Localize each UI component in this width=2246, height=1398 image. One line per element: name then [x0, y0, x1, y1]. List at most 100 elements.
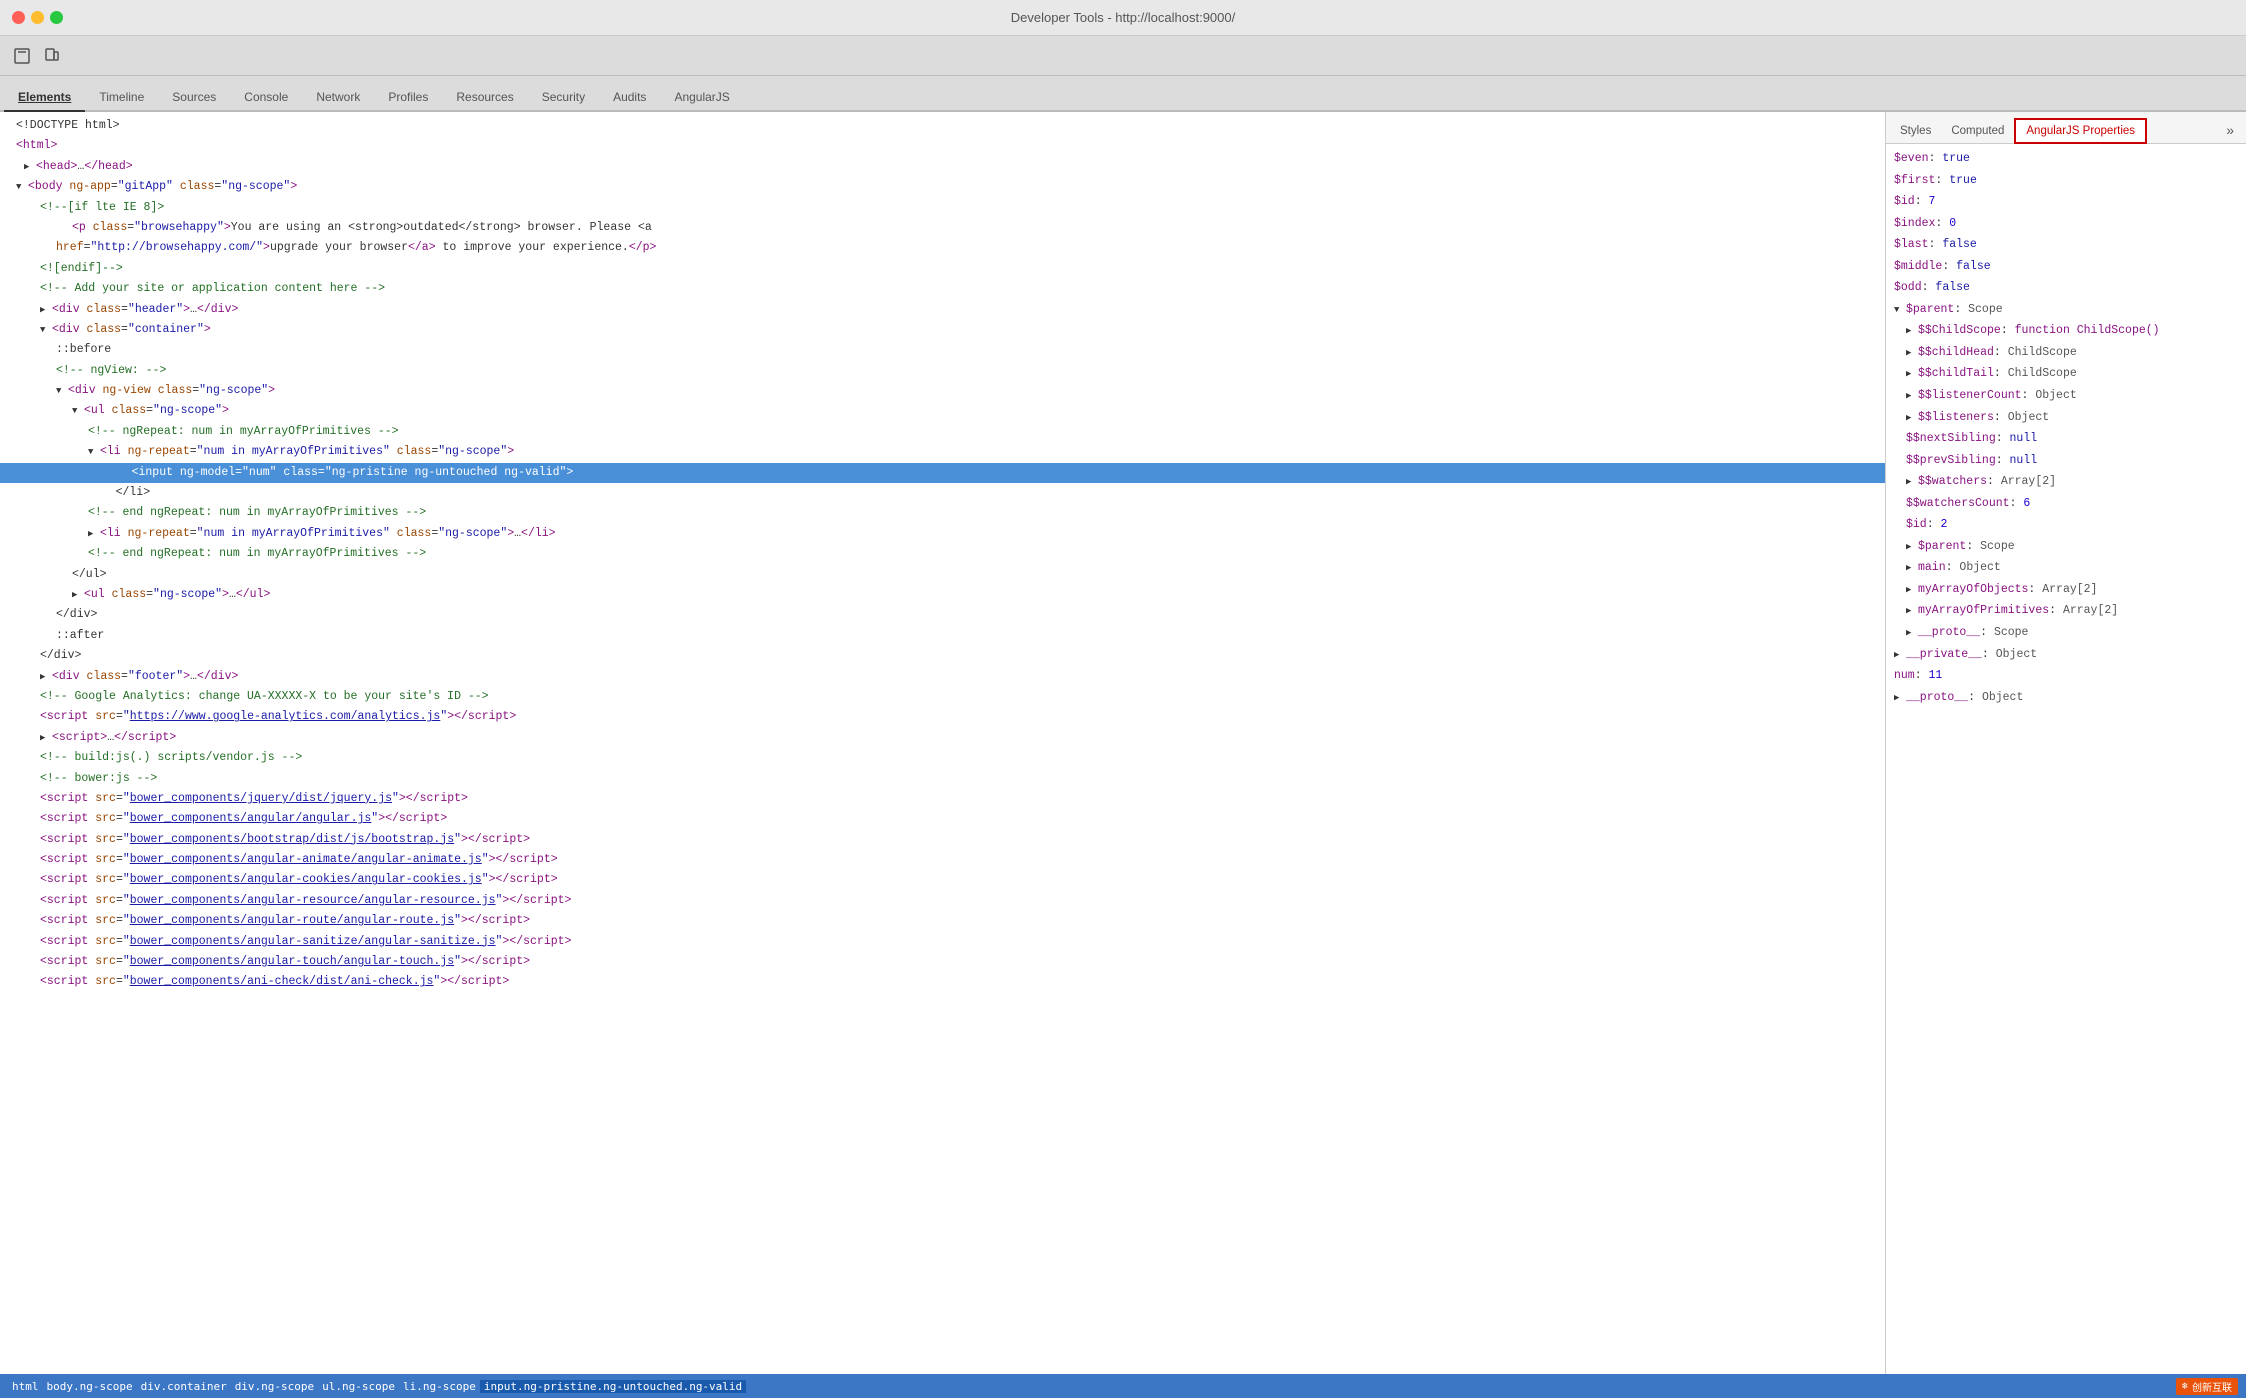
breadcrumb-body[interactable]: body.ng-scope	[43, 1380, 137, 1393]
prop-middle: $middle: false	[1894, 256, 2238, 278]
code-line[interactable]: <!-- ngView: -->	[0, 361, 1885, 381]
tab-styles[interactable]: Styles	[1890, 120, 1941, 144]
code-line[interactable]: <script src="bower_components/angular-co…	[0, 870, 1885, 890]
prop-proto-object[interactable]: __proto__: Object	[1894, 687, 2238, 709]
code-line[interactable]: <script src="bower_components/angular-an…	[0, 850, 1885, 870]
code-line[interactable]: <div class="header">…</div>	[0, 300, 1885, 320]
prop-listeners[interactable]: $$listeners: Object	[1894, 407, 2238, 429]
prop-parent-2[interactable]: $parent: Scope	[1894, 536, 2238, 558]
code-line[interactable]: <html>	[0, 136, 1885, 156]
tab-network[interactable]: Network	[302, 84, 374, 112]
code-line[interactable]: </div>	[0, 646, 1885, 666]
code-line[interactable]: <head>…</head>	[0, 157, 1885, 177]
creative-text: 创新互联	[2192, 1379, 2232, 1394]
prop-last: $last: false	[1894, 234, 2238, 256]
code-line[interactable]: <ul class="ng-scope">…</ul>	[0, 585, 1885, 605]
tab-resources[interactable]: Resources	[442, 84, 527, 112]
inspect-icon	[14, 48, 30, 64]
code-line[interactable]: <!-- bower:js -->	[0, 769, 1885, 789]
code-line[interactable]: <!-- build:js(.) scripts/vendor.js -->	[0, 748, 1885, 768]
code-line[interactable]: <div class="footer">…</div>	[0, 667, 1885, 687]
code-line[interactable]: <script src="bower_components/angular-re…	[0, 891, 1885, 911]
prop-num: num: 11	[1894, 665, 2238, 687]
code-line[interactable]: <body ng-app="gitApp" class="ng-scope">	[0, 177, 1885, 197]
prop-listenercount[interactable]: $$listenerCount: Object	[1894, 385, 2238, 407]
prop-myarrayofprimitives[interactable]: myArrayOfPrimitives: Array[2]	[1894, 600, 2238, 622]
tab-console[interactable]: Console	[230, 84, 302, 112]
code-line[interactable]: ::before	[0, 340, 1885, 360]
code-line[interactable]: <!-- end ngRepeat: num in myArrayOfPrimi…	[0, 544, 1885, 564]
code-line[interactable]: <script src="bower_components/angular-ro…	[0, 911, 1885, 931]
breadcrumb-container[interactable]: div.container	[137, 1380, 231, 1393]
code-line[interactable]: <!--[if lte IE 8]>	[0, 198, 1885, 218]
code-line[interactable]: href="http://browsehappy.com/">upgrade y…	[0, 238, 1885, 258]
device-icon	[44, 48, 60, 64]
code-line[interactable]: <![endif]-->	[0, 259, 1885, 279]
tab-angularjs-properties[interactable]: AngularJS Properties	[2014, 118, 2147, 144]
tab-elements[interactable]: Elements	[4, 84, 85, 112]
prop-parent[interactable]: $parent: Scope	[1894, 299, 2238, 321]
code-line[interactable]: <!-- Google Analytics: change UA-XXXXX-X…	[0, 687, 1885, 707]
prop-odd: $odd: false	[1894, 277, 2238, 299]
prop-even: $even: true	[1894, 148, 2238, 170]
right-panel: Styles Computed AngularJS Properties » $…	[1886, 112, 2246, 1374]
inspect-element-button[interactable]	[8, 42, 36, 70]
tab-timeline[interactable]: Timeline	[85, 84, 158, 112]
tab-angularjs[interactable]: AngularJS	[660, 84, 743, 112]
nav-tabs: Elements Timeline Sources Console Networ…	[0, 76, 2246, 112]
tab-profiles[interactable]: Profiles	[374, 84, 442, 112]
tab-sources[interactable]: Sources	[158, 84, 230, 112]
code-line[interactable]: <script src="bower_components/angular/an…	[0, 809, 1885, 829]
code-line[interactable]: </li>	[0, 483, 1885, 503]
code-line[interactable]: </ul>	[0, 565, 1885, 585]
code-line[interactable]: <li ng-repeat="num in myArrayOfPrimitive…	[0, 524, 1885, 544]
breadcrumb-ng-scope[interactable]: div.ng-scope	[231, 1380, 318, 1393]
tab-security[interactable]: Security	[528, 84, 599, 112]
code-line[interactable]: <ul class="ng-scope">	[0, 401, 1885, 421]
prop-watchers[interactable]: $$watchers: Array[2]	[1894, 471, 2238, 493]
prop-childtail[interactable]: $$childTail: ChildScope	[1894, 363, 2238, 385]
breadcrumb-input[interactable]: input.ng-pristine.ng-untouched.ng-valid	[480, 1380, 746, 1393]
prop-myarrayofobjects[interactable]: myArrayOfObjects: Array[2]	[1894, 579, 2238, 601]
tab-audits[interactable]: Audits	[599, 84, 660, 112]
prop-first: $first: true	[1894, 170, 2238, 192]
code-line[interactable]: <div ng-view class="ng-scope">	[0, 381, 1885, 401]
code-line[interactable]: <div class="container">	[0, 320, 1885, 340]
creative-badge: ❄ 创新互联	[2176, 1378, 2238, 1395]
prop-main[interactable]: main: Object	[1894, 557, 2238, 579]
code-line[interactable]: <!-- Add your site or application conten…	[0, 279, 1885, 299]
breadcrumb-ul[interactable]: ul.ng-scope	[318, 1380, 399, 1393]
breadcrumb-li[interactable]: li.ng-scope	[399, 1380, 480, 1393]
code-line[interactable]: <script>…</script>	[0, 728, 1885, 748]
tab-computed[interactable]: Computed	[1941, 120, 2014, 144]
code-line[interactable]: <script src="bower_components/angular-sa…	[0, 932, 1885, 952]
more-tabs-button[interactable]: »	[2218, 117, 2242, 143]
code-line-highlighted[interactable]: <input ng-model="num" class="ng-pristine…	[0, 463, 1885, 483]
close-button[interactable]	[12, 11, 25, 24]
code-line[interactable]: <!-- end ngRepeat: num in myArrayOfPrimi…	[0, 503, 1885, 523]
code-line[interactable]: <script src="bower_components/angular-to…	[0, 952, 1885, 972]
right-panel-tabs: Styles Computed AngularJS Properties »	[1886, 112, 2246, 144]
prop-proto-scope[interactable]: __proto__: Scope	[1894, 622, 2238, 644]
code-line[interactable]: <li ng-repeat="num in myArrayOfPrimitive…	[0, 442, 1885, 462]
code-line[interactable]: <script src="bower_components/ani-check/…	[0, 972, 1885, 992]
device-mode-button[interactable]	[38, 42, 66, 70]
elements-panel[interactable]: <!DOCTYPE html> <html> <head>…</head> <b…	[0, 112, 1886, 1374]
angularjs-properties-content: $even: true $first: true $id: 7 $index: …	[1886, 144, 2246, 1374]
window-controls	[12, 11, 63, 24]
prop-childhead[interactable]: $$childHead: ChildScope	[1894, 342, 2238, 364]
creative-icon: ❄	[2182, 1381, 2188, 1392]
code-line[interactable]: <!-- ngRepeat: num in myArrayOfPrimitive…	[0, 422, 1885, 442]
code-line[interactable]: <!DOCTYPE html>	[0, 116, 1885, 136]
breadcrumb-html[interactable]: html	[8, 1380, 43, 1393]
prop-private[interactable]: __private__: Object	[1894, 644, 2238, 666]
code-line[interactable]: </div>	[0, 605, 1885, 625]
code-line[interactable]: <script src="bower_components/jquery/dis…	[0, 789, 1885, 809]
code-line[interactable]: <script src="bower_components/bootstrap/…	[0, 830, 1885, 850]
prop-childscope[interactable]: $$ChildScope: function ChildScope()	[1894, 320, 2238, 342]
code-line[interactable]: <p class="browsehappy">You are using an …	[0, 218, 1885, 238]
code-line[interactable]: ::after	[0, 626, 1885, 646]
maximize-button[interactable]	[50, 11, 63, 24]
minimize-button[interactable]	[31, 11, 44, 24]
code-line[interactable]: <script src="https://www.google-analytic…	[0, 707, 1885, 727]
